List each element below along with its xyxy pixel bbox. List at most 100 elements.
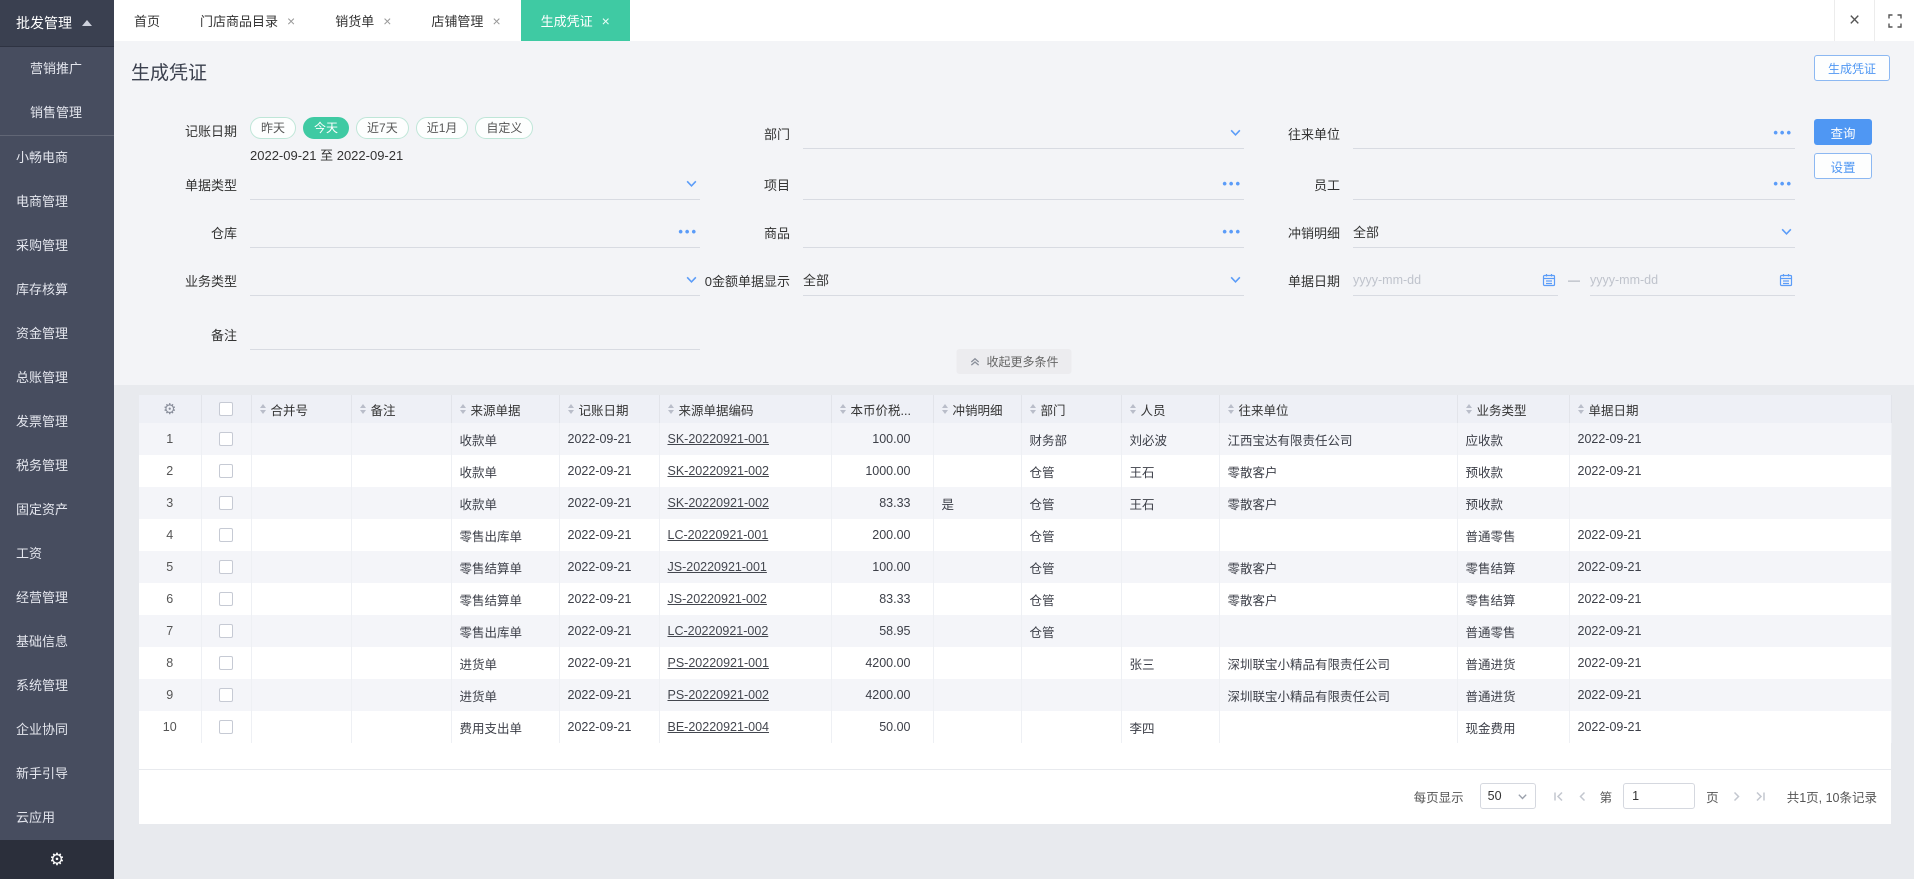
tab-close-icon[interactable]: × [602, 14, 610, 28]
sort-carets-icon[interactable] [259, 404, 266, 414]
date-range-pill[interactable]: 近7天 [356, 117, 409, 139]
row-checkbox[interactable] [219, 720, 233, 735]
row-checkbox[interactable] [219, 528, 233, 543]
row-checkbox[interactable] [219, 688, 233, 703]
zero-amount-field[interactable]: 全部 [803, 264, 1244, 296]
sort-carets-icon[interactable] [839, 404, 846, 414]
department-field[interactable] [803, 117, 1244, 149]
sidebar-item[interactable]: 资金管理 [0, 312, 114, 356]
source-code-link[interactable]: PS-20220921-001 [668, 656, 769, 670]
sort-carets-icon[interactable] [941, 404, 948, 414]
warehouse-field[interactable]: ••• [250, 216, 700, 248]
sort-carets-icon[interactable] [1227, 404, 1234, 414]
table-row[interactable]: 9 进货单 2022-09-21 PS-20220921-002 4200.00 [139, 679, 1892, 711]
collapse-filters-button[interactable]: 收起更多条件 [956, 349, 1072, 374]
source-code-link[interactable]: LC-20220921-001 [668, 528, 769, 542]
column-header[interactable]: 记账日期 [559, 395, 660, 423]
select-all-checkbox[interactable] [219, 402, 233, 417]
sidebar-item[interactable]: 工资 [0, 532, 114, 576]
per-page-select[interactable]: 50 [1479, 783, 1536, 809]
project-field[interactable]: ••• [803, 168, 1244, 200]
date-range-pill[interactable]: 自定义 [475, 117, 534, 139]
generate-voucher-button[interactable]: 生成凭证 [1813, 55, 1890, 81]
sidebar-item-wholesale-management[interactable]: 批发管理 [0, 0, 114, 48]
biz-type-field[interactable] [250, 264, 700, 296]
tab[interactable]: 门店商品目录 × [180, 0, 315, 41]
doc-type-field[interactable] [250, 168, 700, 200]
column-header[interactable]: 部门 [1021, 395, 1122, 423]
query-button[interactable]: 查询 [1814, 119, 1872, 145]
table-row[interactable]: 4 零售出库单 2022-09-21 LC-20220921-001 200.0… [139, 519, 1892, 551]
tab[interactable]: 销货单 × [315, 0, 411, 41]
sidebar-sub-item[interactable]: 销售管理 [0, 91, 114, 135]
sidebar-item[interactable]: 库存核算 [0, 268, 114, 312]
goods-field[interactable]: ••• [803, 216, 1244, 248]
sidebar-item[interactable]: 总账管理 [0, 356, 114, 400]
column-header[interactable]: 备注 [351, 395, 452, 423]
date-range-pill[interactable]: 近1月 [415, 117, 469, 139]
sidebar-item[interactable]: 新手引导 [0, 752, 114, 796]
row-checkbox[interactable] [219, 560, 233, 575]
row-checkbox[interactable] [219, 464, 233, 479]
column-header[interactable]: 人员 [1121, 395, 1220, 423]
source-code-link[interactable]: JS-20220921-002 [668, 592, 767, 606]
tab[interactable]: 店铺管理 × [411, 0, 520, 41]
tab[interactable]: 首页 × [114, 0, 180, 41]
source-code-link[interactable]: SK-20220921-002 [668, 464, 769, 478]
sidebar-item[interactable]: 基础信息 [0, 620, 114, 664]
sidebar-item[interactable]: 小畅电商 [0, 136, 114, 180]
sort-carets-icon[interactable] [1577, 404, 1584, 414]
table-row[interactable]: 2 收款单 2022-09-21 SK-20220921-002 1000.00… [139, 455, 1892, 487]
table-row[interactable]: 6 零售结算单 2022-09-21 JS-20220921-002 83.33… [139, 583, 1892, 615]
sidebar-item[interactable]: 企业协同 [0, 708, 114, 752]
table-row[interactable]: 5 零售结算单 2022-09-21 JS-20220921-001 100.0… [139, 551, 1892, 583]
employee-field[interactable]: ••• [1353, 168, 1795, 200]
sidebar-sub-item[interactable]: 营销推广 [0, 47, 114, 91]
table-row[interactable]: 1 收款单 2022-09-21 SK-20220921-001 100.00 … [139, 423, 1892, 455]
close-icon[interactable]: × [1834, 0, 1874, 41]
remark-input[interactable] [250, 318, 700, 349]
sort-carets-icon[interactable] [567, 404, 574, 414]
sidebar-item[interactable]: 发票管理 [0, 400, 114, 444]
sort-carets-icon[interactable] [1029, 404, 1036, 414]
calendar-icon[interactable] [1542, 273, 1556, 287]
sidebar-item[interactable]: 采购管理 [0, 224, 114, 268]
source-code-link[interactable]: SK-20220921-001 [668, 432, 769, 446]
sort-carets-icon[interactable] [1465, 404, 1472, 414]
row-checkbox[interactable] [219, 592, 233, 607]
column-header[interactable]: 往来单位 [1219, 395, 1458, 423]
column-header[interactable]: 冲销明细 [933, 395, 1022, 423]
doc-date-start-input[interactable] [1353, 264, 1538, 295]
row-checkbox[interactable] [219, 656, 233, 671]
date-range-pill[interactable]: 今天 [303, 117, 350, 139]
gear-icon[interactable]: ⚙ [163, 401, 176, 418]
sidebar-item[interactable]: 经营管理 [0, 576, 114, 620]
gear-icon[interactable]: ⚙ [49, 850, 64, 870]
tab-close-icon[interactable]: × [383, 14, 391, 28]
column-header[interactable]: 来源单据 [451, 395, 560, 423]
column-header[interactable]: 单据日期 [1569, 395, 1892, 423]
next-page-icon[interactable] [1730, 790, 1743, 803]
writeoff-detail-field[interactable]: 全部 [1353, 216, 1795, 248]
settings-button[interactable]: 设置 [1814, 153, 1872, 179]
sidebar-item[interactable]: 云应用 [0, 796, 114, 840]
last-page-icon[interactable] [1754, 790, 1767, 803]
source-code-link[interactable]: BE-20220921-004 [668, 720, 769, 734]
table-row[interactable]: 10 费用支出单 2022-09-21 BE-20220921-004 50.0… [139, 711, 1892, 743]
sidebar-item[interactable]: 系统管理 [0, 664, 114, 708]
source-code-link[interactable]: JS-20220921-001 [668, 560, 767, 574]
row-checkbox[interactable] [219, 624, 233, 639]
sort-carets-icon[interactable] [359, 404, 366, 414]
row-checkbox[interactable] [219, 432, 233, 447]
date-range-pill[interactable]: 昨天 [250, 117, 297, 139]
sort-carets-icon[interactable] [459, 404, 466, 414]
column-header[interactable]: 来源单据编码 [659, 395, 832, 423]
source-code-link[interactable]: LC-20220921-002 [668, 624, 769, 638]
tab-close-icon[interactable]: × [287, 14, 295, 28]
sort-carets-icon[interactable] [1129, 404, 1136, 414]
table-row[interactable]: 3 收款单 2022-09-21 SK-20220921-002 83.33 是… [139, 487, 1892, 519]
sidebar-item[interactable]: 税务管理 [0, 444, 114, 488]
tab-close-icon[interactable]: × [492, 14, 500, 28]
doc-date-end-input[interactable] [1590, 264, 1775, 295]
sidebar-item[interactable]: 电商管理 [0, 180, 114, 224]
